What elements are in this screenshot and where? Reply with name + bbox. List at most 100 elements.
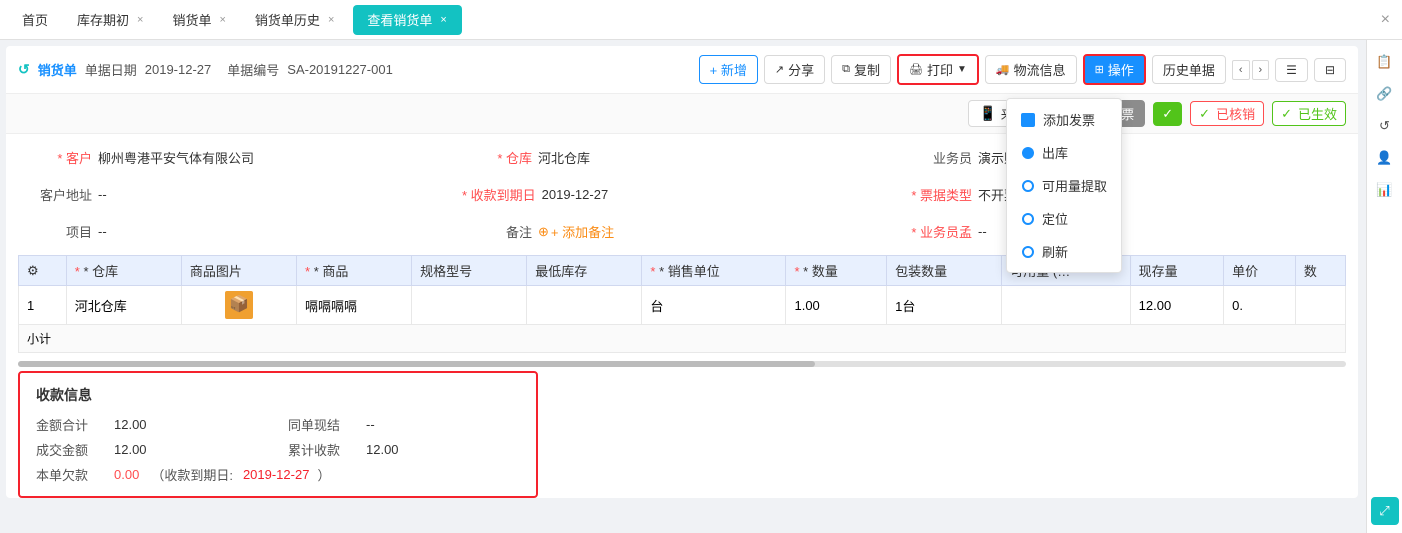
gear-icon: ⚙: [27, 263, 39, 278]
sold-status-button[interactable]: ✓ 已核销: [1190, 101, 1264, 126]
total-amount-row: 金额合计 12.00: [36, 415, 268, 434]
print-button[interactable]: 🖨 打印 ▼: [897, 54, 979, 85]
address-value: --: [98, 187, 107, 202]
tab-sales-close[interactable]: ×: [219, 14, 225, 26]
tab-inventory-label: 库存期初: [77, 10, 129, 29]
project-label: 项目: [22, 222, 92, 241]
tab-sales-history[interactable]: 销货单历史 ×: [241, 0, 349, 40]
right-sidebar: 📋 🔗 ↺ 👤 📊 ⤢: [1366, 40, 1402, 533]
dropdown-outbound[interactable]: 出库: [1007, 136, 1121, 169]
share-button[interactable]: ↗ 分享: [764, 55, 825, 84]
operation-button[interactable]: ⊞ 操作: [1083, 54, 1146, 85]
logistics-button[interactable]: 🚚 物流信息: [985, 55, 1077, 84]
remark-field: 备注 ⊕ + 添加备注: [462, 218, 902, 245]
payment-section: 收款信息 金额合计 12.00 同单现结 -- 成交金额 12.00 累计收款 …: [18, 371, 538, 498]
user-icon: 👤: [1376, 150, 1392, 166]
next-button[interactable]: ›: [1252, 60, 1270, 80]
new-button[interactable]: + 新增: [699, 55, 758, 84]
tab-home[interactable]: 首页: [8, 0, 63, 40]
same-order-value: --: [366, 417, 375, 432]
window-close-button[interactable]: ×: [1381, 11, 1390, 29]
detail-view-button[interactable]: ⊟: [1314, 58, 1346, 82]
sales-staff-field: * 业务员孟 --: [902, 218, 1342, 245]
main-toolbar: ↺ 销货单 单据日期 2019-12-27 单据编号 SA-20191227-0…: [6, 46, 1358, 94]
date-label: 单据日期: [85, 60, 137, 79]
sub-toolbar: 📱 来自手机 ● 未开票 ✓ ✓ 已核销 ✓ 已生效: [6, 94, 1358, 134]
customer-field: * 客户 柳州粤港平安气体有限公司: [22, 144, 462, 171]
plus-icon: ⊕: [538, 224, 549, 240]
payment-title: 收款信息: [36, 385, 520, 405]
sidebar-expand-button[interactable]: ⤢: [1371, 497, 1399, 525]
sidebar-icon-2[interactable]: 🔗: [1371, 80, 1399, 108]
col-price: 单价: [1224, 256, 1296, 286]
col-more: 数: [1295, 256, 1345, 286]
doc-title: ↺ 销货单: [18, 60, 77, 79]
prev-button[interactable]: ‹: [1232, 60, 1250, 80]
row-unit: 台: [642, 286, 786, 325]
sidebar-icon-3[interactable]: ↺: [1371, 112, 1399, 140]
payment-date-field: * 收款到期日 2019-12-27: [462, 181, 902, 208]
form-section: * 客户 柳州粤港平安气体有限公司 * 仓库 河北仓库 业务员 演示账号 客户地…: [6, 134, 1358, 255]
tab-view-sales-label: 查看销货单: [367, 10, 432, 29]
operation-dropdown: 添加发票 出库 可用量提取 定位 刷新: [1006, 98, 1122, 273]
scrollbar-thumb[interactable]: [18, 361, 815, 367]
clipboard-icon: 📋: [1376, 54, 1392, 70]
tab-sales[interactable]: 销货单 ×: [158, 0, 240, 40]
sidebar-icon-5[interactable]: 📊: [1371, 176, 1399, 204]
customer-value: 柳州粤港平安气体有限公司: [98, 148, 254, 167]
effect-status-button[interactable]: ✓ 已生效: [1272, 101, 1346, 126]
transaction-amount-row: 成交金额 12.00: [36, 440, 268, 459]
tab-inventory[interactable]: 库存期初 ×: [63, 0, 158, 40]
sidebar-icon-1[interactable]: 📋: [1371, 48, 1399, 76]
tab-view-sales-close[interactable]: ×: [440, 14, 446, 26]
number-value: SA-20191227-001: [287, 62, 393, 77]
table-scrollbar[interactable]: [18, 361, 1346, 367]
locate-icon: [1022, 213, 1034, 225]
staff-field: 业务员 演示账号: [902, 144, 1342, 171]
row-warehouse: 河北仓库: [66, 286, 181, 325]
cumulative-payment-value: 12.00: [366, 442, 399, 457]
outbound-icon: [1022, 147, 1034, 159]
col-gear[interactable]: ⚙: [19, 256, 67, 286]
date-value: 2019-12-27: [145, 62, 212, 77]
chart-icon: 📊: [1376, 182, 1392, 198]
project-field: 项目 --: [22, 218, 462, 245]
dropdown-available-extract[interactable]: 可用量提取: [1007, 169, 1121, 202]
table-row: 1 河北仓库 📦 嗝嗝嗝嗝 台 1.00 1台 12.00 0.: [19, 286, 1346, 325]
sidebar-icon-4[interactable]: 👤: [1371, 144, 1399, 172]
same-order-label: 同单现结: [288, 415, 358, 434]
extract-icon: [1022, 180, 1034, 192]
dropdown-locate[interactable]: 定位: [1007, 202, 1121, 235]
refresh-sidebar-icon: ↺: [1379, 118, 1390, 134]
grid-view-button[interactable]: ☰: [1275, 58, 1308, 82]
total-amount-label: 金额合计: [36, 415, 106, 434]
confirm-button[interactable]: ✓: [1153, 102, 1182, 126]
add-invoice-icon: [1021, 113, 1035, 127]
cumulative-payment-label: 累计收款: [288, 440, 358, 459]
col-product: * * 商品: [297, 256, 412, 286]
copy-button[interactable]: ⧉ 复制: [831, 55, 891, 84]
ticket-type-label: * 票据类型: [902, 185, 972, 204]
add-remark-button[interactable]: ⊕ + 添加备注: [538, 222, 614, 241]
row-available: [1002, 286, 1130, 325]
dropdown-add-invoice[interactable]: 添加发票: [1007, 103, 1121, 136]
number-label: 单据编号: [227, 60, 279, 79]
row-index: 1: [19, 286, 67, 325]
tab-view-sales[interactable]: 查看销货单 ×: [353, 5, 461, 35]
address-field: 客户地址 --: [22, 181, 462, 208]
col-package-qty: 包装数量: [887, 256, 1002, 286]
payment-date-value: 2019-12-27: [542, 187, 609, 202]
staff-label: 业务员: [902, 148, 972, 167]
same-order-row: 同单现结 --: [288, 415, 520, 434]
current-due-row: 本单欠款 0.00 （收款到期日: 2019-12-27 ）: [36, 465, 520, 484]
address-label: 客户地址: [22, 185, 92, 204]
dropdown-refresh[interactable]: 刷新: [1007, 235, 1121, 268]
due-date-prefix: （收款到期日:: [151, 465, 233, 484]
warehouse-label: * 仓库: [462, 148, 532, 167]
tab-inventory-close[interactable]: ×: [137, 14, 143, 26]
payment-date-label: * 收款到期日: [462, 185, 536, 204]
customer-label: * 客户: [22, 148, 92, 167]
row-quantity: 1.00: [786, 286, 887, 325]
history-button[interactable]: 历史单据: [1152, 55, 1226, 84]
tab-sales-history-close[interactable]: ×: [328, 14, 334, 26]
